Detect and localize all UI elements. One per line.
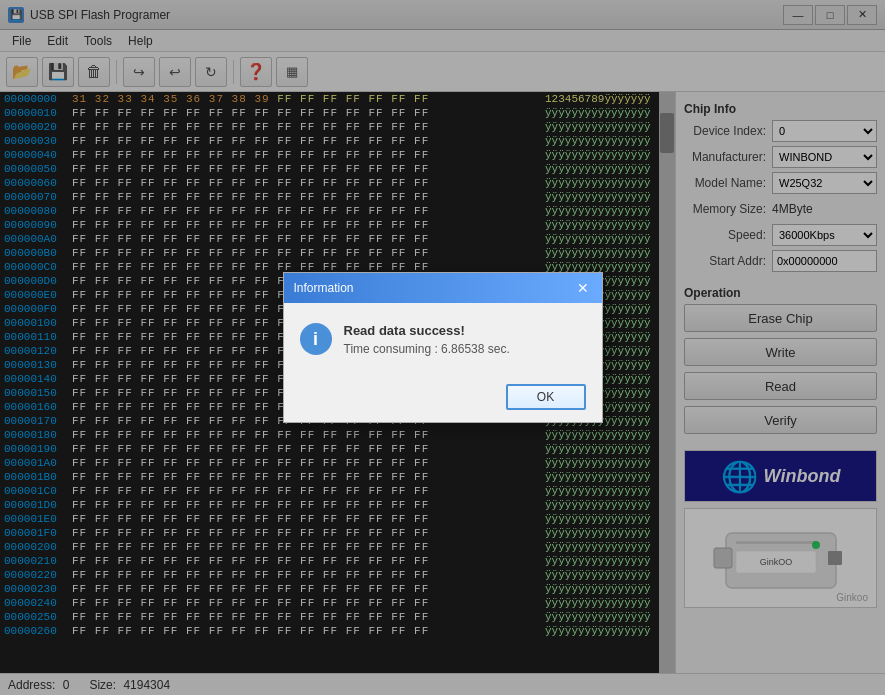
- ok-button[interactable]: OK: [506, 384, 586, 410]
- dialog-body: i Read data success! Time consuming : 6.…: [284, 303, 602, 376]
- dialog-close-button[interactable]: ✕: [574, 279, 592, 297]
- dialog-info-icon: i: [300, 323, 332, 355]
- dialog-title-bar: Information ✕: [284, 273, 602, 303]
- dialog-footer: OK: [284, 376, 602, 422]
- dialog-text-area: Read data success! Time consuming : 6.86…: [344, 323, 586, 356]
- dialog-detail: Time consuming : 6.86538 sec.: [344, 342, 586, 356]
- dialog-message: Read data success!: [344, 323, 586, 338]
- information-dialog: Information ✕ i Read data success! Time …: [283, 272, 603, 423]
- dialog-overlay: Information ✕ i Read data success! Time …: [0, 0, 885, 695]
- dialog-title: Information: [294, 281, 354, 295]
